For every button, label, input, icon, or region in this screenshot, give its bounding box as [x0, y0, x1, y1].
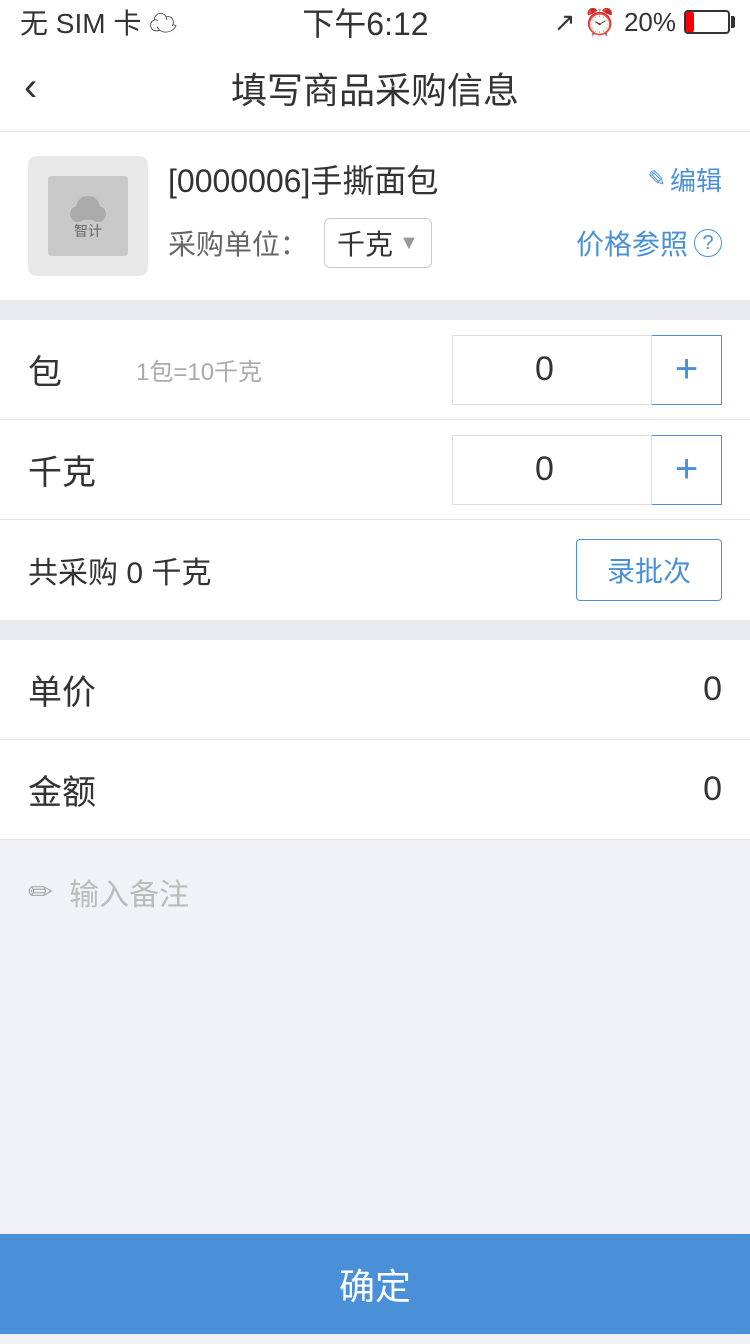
price-ref-label: 价格参照	[576, 223, 688, 263]
total-row: 共采购 0 千克 录批次	[0, 520, 750, 620]
divider-2	[0, 620, 750, 640]
amount-value: 0	[703, 770, 722, 809]
status-left: 无 SIM 卡 ☁	[20, 2, 177, 42]
unit-label: 采购单位：	[168, 223, 308, 263]
unit-price-value: 0	[703, 670, 722, 709]
edit-label: 编辑	[670, 161, 722, 198]
product-info: [0000006]手撕面包 ✎ 编辑 采购单位： 千克 ▼ 价格参照 ?	[168, 156, 722, 268]
page-title: 填写商品采购信息	[231, 62, 519, 114]
divider-1	[0, 300, 750, 320]
product-logo: 智计	[48, 176, 128, 256]
amount-label: 金额	[28, 765, 96, 814]
battery-icon	[684, 10, 730, 34]
notes-placeholder: 输入备注	[69, 870, 189, 914]
product-image: 智计	[28, 156, 148, 276]
product-name-row: [0000006]手撕面包 ✎ 编辑	[168, 156, 722, 202]
kg-controls: +	[452, 435, 722, 505]
back-button[interactable]: ‹	[24, 65, 37, 110]
notes-section[interactable]: ✏ 输入备注	[0, 840, 750, 944]
pack-input[interactable]	[452, 335, 652, 405]
kg-label: 千克	[28, 445, 128, 494]
chevron-down-icon: ▼	[399, 232, 419, 255]
empty-space	[0, 944, 750, 1244]
svg-text:智计: 智计	[74, 223, 102, 239]
kg-input-row: 千克 +	[0, 420, 750, 520]
unit-row: 采购单位： 千克 ▼ 价格参照 ?	[168, 218, 722, 268]
pack-controls: +	[452, 335, 722, 405]
nav-bar: ‹ 填写商品采购信息	[0, 44, 750, 132]
battery-label: 20%	[624, 7, 676, 38]
status-time: 下午6:12	[302, 0, 428, 45]
confirm-button[interactable]: 确定	[0, 1234, 750, 1334]
kg-plus-button[interactable]: +	[652, 435, 722, 505]
status-right: ↗ ⏰ 20%	[554, 7, 730, 38]
kg-input[interactable]	[452, 435, 652, 505]
confirm-label: 确定	[339, 1258, 411, 1310]
alarm-icon: ⏰	[584, 7, 616, 38]
location-icon: ↗	[554, 7, 576, 38]
pack-sublabel: 1包=10千克	[136, 352, 452, 387]
edit-button[interactable]: ✎ 编辑	[648, 161, 722, 198]
sim-label: 无 SIM 卡 ☁	[20, 2, 177, 42]
product-card: 智计 [0000006]手撕面包 ✎ 编辑 采购单位： 千克 ▼ 价格参照	[0, 132, 750, 300]
total-label: 共采购 0 千克	[28, 548, 211, 592]
status-bar: 无 SIM 卡 ☁ 下午6:12 ↗ ⏰ 20%	[0, 0, 750, 44]
pack-input-row: 包 1包=10千克 +	[0, 320, 750, 420]
amount-row: 金额 0	[0, 740, 750, 840]
pencil-icon: ✏	[28, 875, 53, 910]
unit-price-row: 单价 0	[0, 640, 750, 740]
back-icon: ‹	[24, 65, 37, 110]
edit-icon: ✎	[648, 166, 666, 192]
batch-button[interactable]: 录批次	[576, 539, 722, 601]
price-ref-button[interactable]: 价格参照 ?	[576, 223, 722, 263]
pack-plus-button[interactable]: +	[652, 335, 722, 405]
pack-label: 包	[28, 345, 128, 394]
quantity-section: 包 1包=10千克 + 千克 +	[0, 320, 750, 520]
unit-price-label: 单价	[28, 665, 96, 714]
unit-select[interactable]: 千克 ▼	[324, 218, 432, 268]
price-section: 单价 0 金额 0	[0, 640, 750, 840]
unit-value: 千克	[337, 223, 393, 263]
help-icon: ?	[694, 229, 722, 257]
product-name: [0000006]手撕面包	[168, 156, 438, 202]
